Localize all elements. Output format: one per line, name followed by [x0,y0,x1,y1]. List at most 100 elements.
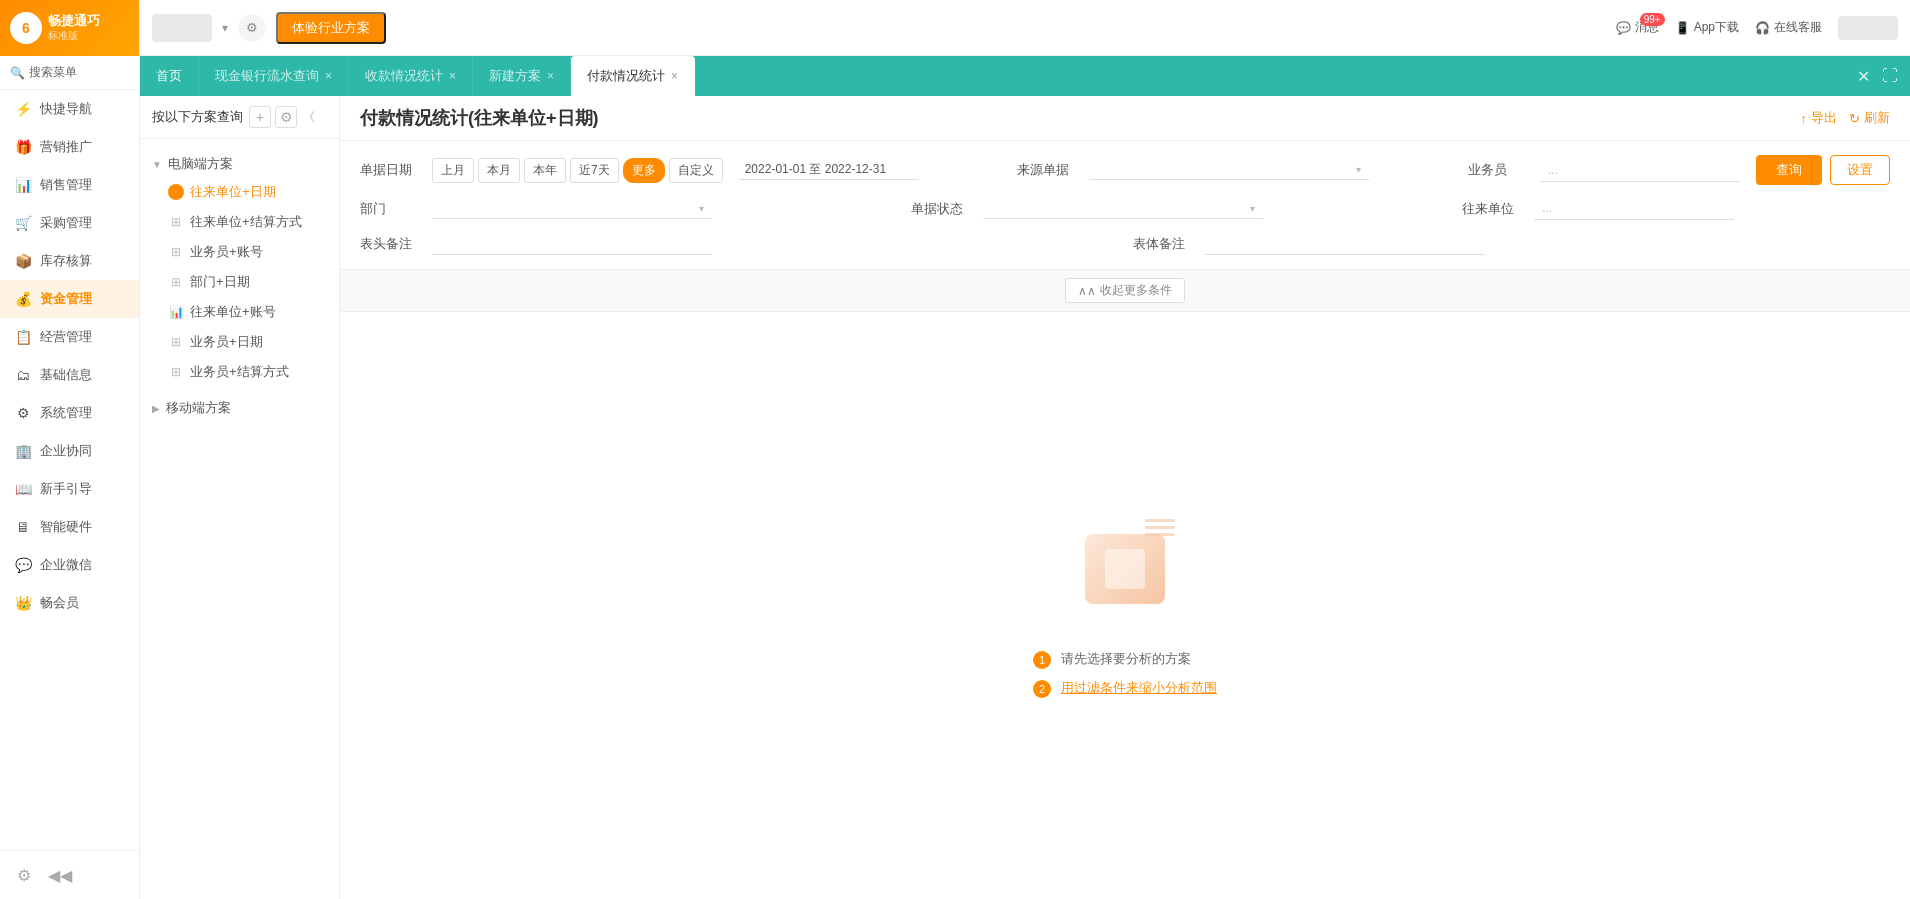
empty-illustration [1065,514,1185,634]
dept-select[interactable]: ▾ [432,199,712,219]
partner-select[interactable]: ... [1534,197,1734,220]
tab-payment-close[interactable]: × [671,69,678,83]
message-badge: 99+ [1640,13,1665,26]
filter-link[interactable]: 过滤 [1074,680,1100,695]
status-select[interactable]: ▾ [983,199,1263,219]
tab-new-scheme-close[interactable]: × [547,69,554,83]
management-icon: 📋 [14,328,32,346]
service-icon: 🎧 [1755,21,1770,35]
tab-receipt-label: 收款情况统计 [365,67,443,85]
body-note-input[interactable] [1205,232,1485,255]
filter-row-3: 表头备注 表体备注 [360,232,1890,255]
collapse-bar[interactable]: ∧∧ 收起更多条件 [340,270,1910,312]
sidebar-item-purchase[interactable]: 🛒 采购管理 [0,204,139,242]
sidebar-brand: 畅捷通巧 标准版 [48,13,100,43]
footer-settings-btn[interactable]: ⚙ [10,861,38,889]
date-custom[interactable]: 自定义 [669,158,723,183]
sidebar-item-quick-nav[interactable]: ⚡ 快捷导航 [0,90,139,128]
empty-line-3 [1145,533,1175,536]
maximize-btn[interactable]: ⛶ [1878,63,1902,89]
source-select[interactable]: ▾ [1089,160,1369,180]
tab-payment[interactable]: 付款情况统计 × [571,56,695,96]
online-service-btn[interactable]: 🎧 在线客服 [1755,19,1822,36]
scheme-settings-btn[interactable]: ⚙ [275,106,297,128]
empty-step-2: 2 用过滤条件来缩小分析范围 [1033,679,1217,698]
scheme-item-staff-payment[interactable]: ⊞ 业务员+结算方式 [140,357,339,387]
header-note-label: 表头备注 [360,235,416,253]
sidebar-item-member[interactable]: 👑 畅会员 [0,584,139,622]
capital-icon: 💰 [14,290,32,308]
topbar-dropdown-arrow[interactable]: ▾ [222,21,228,35]
date-this-year[interactable]: 本年 [524,158,566,183]
sidebar-item-hardware[interactable]: 🖥 智能硬件 [0,508,139,546]
scheme-group-desktop-header[interactable]: ▼ 电脑端方案 [140,151,339,177]
app-download-btn[interactable]: 📱 App下载 [1675,19,1739,36]
topbar-settings-btn[interactable]: ⚙ [238,14,266,42]
basic-icon: 🗂 [14,366,32,384]
user-avatar[interactable] [1838,16,1898,40]
tab-home[interactable]: 首页 [140,56,199,96]
staff-select[interactable]: ... [1540,159,1740,182]
sidebar-item-label: 营销推广 [40,138,92,156]
header-actions: ↑ 导出 ↻ 刷新 [1801,109,1891,127]
sidebar-item-marketing[interactable]: 🎁 营销推广 [0,128,139,166]
date-last-7-days[interactable]: 近7天 [570,158,619,183]
refresh-icon: ↻ [1849,111,1860,126]
scheme-collapse-btn[interactable]: 《 [303,109,315,126]
tab-receipt-close[interactable]: × [449,69,456,83]
scheme-item-icon: ⊞ [168,214,184,230]
close-tab-btn[interactable]: ✕ [1853,63,1874,90]
scheme-item-dept-date[interactable]: ⊞ 部门+日期 [140,267,339,297]
tab-new-scheme-label: 新建方案 [489,67,541,85]
export-btn[interactable]: ↑ 导出 [1801,109,1838,127]
content-header: 付款情况统计(往来单位+日期) ↑ 导出 ↻ 刷新 [340,96,1910,141]
search-menu[interactable]: 🔍 搜索菜单 [0,56,139,90]
date-last-month[interactable]: 上月 [432,158,474,183]
empty-box-graphic [1085,534,1165,604]
scheme-add-btn[interactable]: + [249,106,271,128]
header-note-input[interactable] [432,232,712,255]
scheme-item-partner-payment[interactable]: ⊞ 往来单位+结算方式 [140,207,339,237]
sidebar-item-capital[interactable]: 💰 资金管理 [0,280,139,318]
query-btn[interactable]: 查询 [1756,155,1822,185]
sidebar-item-system[interactable]: ⚙ 系统管理 [0,394,139,432]
date-label: 单据日期 [360,161,416,179]
trial-btn[interactable]: 体验行业方案 [276,12,386,44]
scheme-item-icon: ⊞ [168,364,184,380]
date-this-month[interactable]: 本月 [478,158,520,183]
sidebar-item-basic[interactable]: 🗂 基础信息 [0,356,139,394]
scheme-item-partner-date[interactable]: ● 往来单位+日期 [140,177,339,207]
sidebar-item-inventory[interactable]: 📦 库存核算 [0,242,139,280]
scheme-item-partner-account[interactable]: 📊 往来单位+账号 [140,297,339,327]
sidebar-item-label: 企业协同 [40,442,92,460]
messages-btn[interactable]: 💬 消息 99+ [1616,19,1659,36]
filter-row-2: 部门 ▾ 单据状态 ▾ 往来单位 ... [360,197,1890,220]
scheme-group-mobile-header[interactable]: ▶ 移动端方案 [140,395,339,421]
search-icon: 🔍 [10,66,25,80]
sidebar-item-guide[interactable]: 📖 新手引导 [0,470,139,508]
sidebar-item-management[interactable]: 📋 经营管理 [0,318,139,356]
settings-btn[interactable]: 设置 [1830,155,1890,185]
collapse-icon: ∧∧ [1078,284,1096,298]
refresh-btn[interactable]: ↻ 刷新 [1849,109,1890,127]
tab-new-scheme[interactable]: 新建方案 × [473,56,571,96]
sidebar-item-sales[interactable]: 📊 销售管理 [0,166,139,204]
date-range-input[interactable] [739,161,919,180]
sidebar-item-label: 企业微信 [40,556,92,574]
tab-bank-close[interactable]: × [325,69,332,83]
collapse-conditions-btn[interactable]: ∧∧ 收起更多条件 [1065,278,1185,303]
footer-collapse-btn[interactable]: ◀◀ [46,861,74,889]
scheme-item-label: 往来单位+日期 [190,183,276,201]
scheme-item-staff-date[interactable]: ⊞ 业务员+日期 [140,327,339,357]
empty-state: 1 请先选择要分析的方案 2 用过滤条件来缩小分析范围 [340,312,1910,899]
sidebar-item-enterprise[interactable]: 🏢 企业协同 [0,432,139,470]
date-buttons: 上月 本月 本年 近7天 更多 自定义 [432,158,723,183]
dept-label: 部门 [360,200,416,218]
sidebar-item-wechat[interactable]: 💬 企业微信 [0,546,139,584]
scheme-item-staff-account[interactable]: ⊞ 业务员+账号 [140,237,339,267]
scheme-item-label: 业务员+日期 [190,333,263,351]
tab-bank[interactable]: 现金银行流水查询 × [199,56,349,96]
date-more[interactable]: 更多 [623,158,665,183]
sidebar-item-label: 资金管理 [40,290,92,308]
tab-receipt[interactable]: 收款情况统计 × [349,56,473,96]
